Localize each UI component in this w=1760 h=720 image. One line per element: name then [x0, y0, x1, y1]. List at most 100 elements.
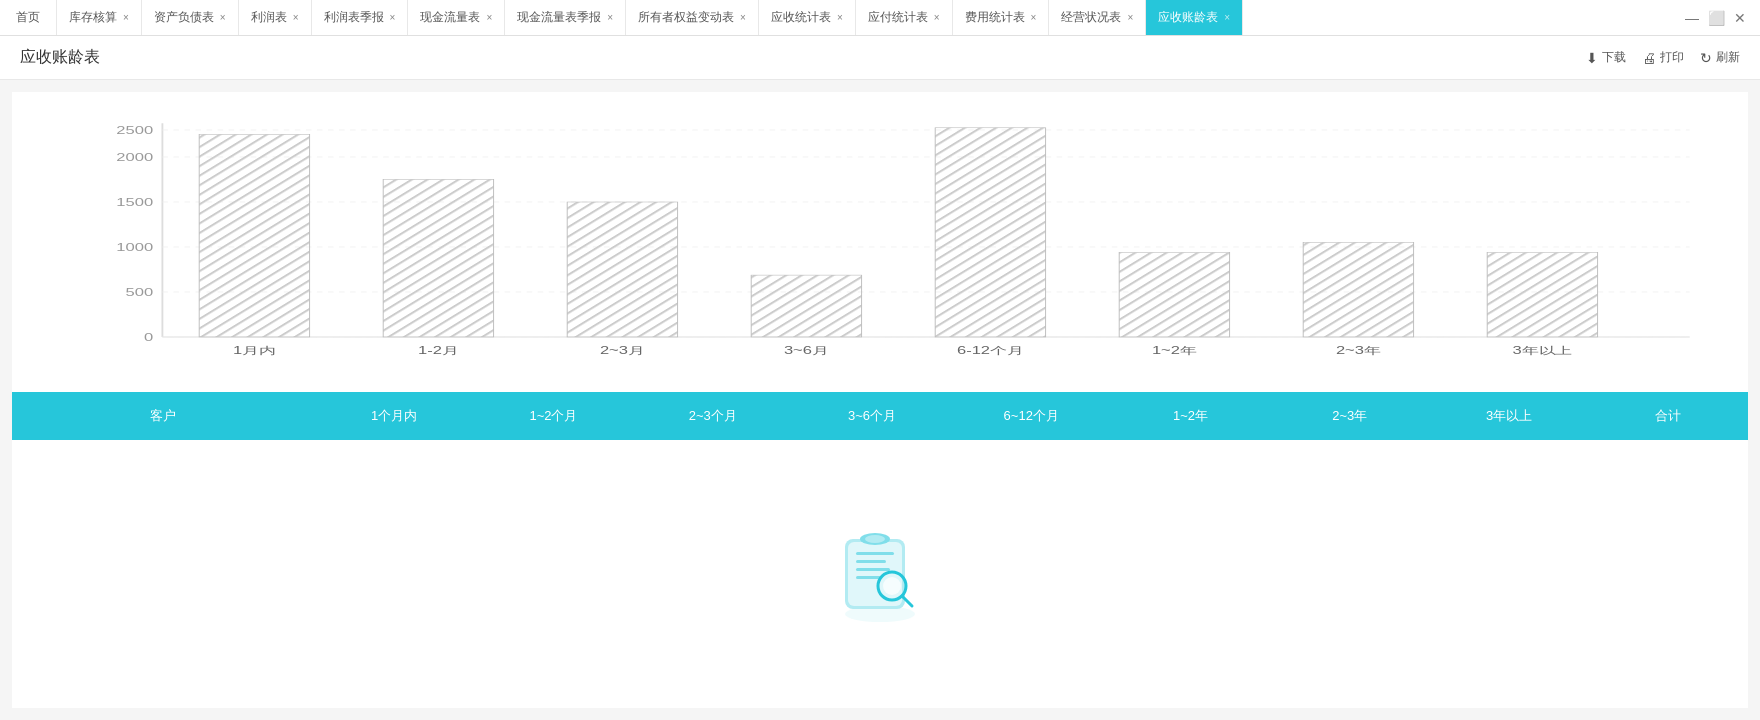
- svg-text:1-2月: 1-2月: [418, 345, 459, 356]
- tab-home[interactable]: 首页: [0, 0, 57, 36]
- tab-label-profit: 利润表: [251, 9, 287, 26]
- refresh-icon: ↻: [1700, 50, 1712, 66]
- svg-rect-29: [856, 576, 881, 579]
- bar-3year-plus: [1487, 253, 1597, 337]
- tab-label-cashflow-quarterly: 现金流量表季报: [517, 9, 601, 26]
- tab-label-expense-stats: 费用统计表: [965, 9, 1025, 26]
- tab-label-inventory: 库存核算: [69, 9, 117, 26]
- home-label: 首页: [16, 9, 40, 26]
- tab-close-expense-stats[interactable]: ×: [1031, 12, 1037, 23]
- print-label: 打印: [1660, 49, 1684, 66]
- table-header-total: 合计: [1589, 392, 1748, 440]
- tab-close-ap-stats[interactable]: ×: [934, 12, 940, 23]
- table-header-1m: 1个月内: [315, 392, 474, 440]
- svg-rect-25: [848, 542, 902, 606]
- page-title: 应收账龄表: [20, 47, 100, 68]
- tab-label-ar-stats: 应收统计表: [771, 9, 831, 26]
- tab-label-ap-stats: 应付统计表: [868, 9, 928, 26]
- tab-close-profit[interactable]: ×: [293, 12, 299, 23]
- svg-text:3年以上: 3年以上: [1512, 345, 1572, 356]
- tab-close-ar-aging[interactable]: ×: [1224, 12, 1230, 23]
- svg-text:1500: 1500: [116, 198, 153, 209]
- svg-text:2000: 2000: [116, 153, 153, 164]
- page-header: 应收账龄表 ⬇ 下载 🖨 打印 ↻ 刷新: [0, 36, 1760, 80]
- svg-text:1000: 1000: [116, 243, 153, 254]
- bar-6-12month: [935, 128, 1045, 337]
- table-header-3-6m: 3~6个月: [792, 392, 951, 440]
- table-header-2-3y: 2~3年: [1270, 392, 1429, 440]
- tab-close-profit-quarterly[interactable]: ×: [390, 12, 396, 23]
- svg-rect-26: [856, 552, 894, 555]
- tab-close-operations[interactable]: ×: [1127, 12, 1133, 23]
- tab-equity[interactable]: 所有者权益变动表 ×: [626, 0, 759, 36]
- tab-cashflow-quarterly[interactable]: 现金流量表季报 ×: [505, 0, 626, 36]
- bar-1month: [199, 135, 309, 338]
- minimize-button[interactable]: —: [1680, 6, 1704, 30]
- tab-label-ar-aging: 应收账龄表: [1158, 9, 1218, 26]
- table-header-6-12m: 6~12个月: [952, 392, 1111, 440]
- tab-profit-quarterly[interactable]: 利润表季报 ×: [312, 0, 409, 36]
- tab-label-cashflow: 现金流量表: [420, 9, 480, 26]
- tab-label-profit-quarterly: 利润表季报: [324, 9, 384, 26]
- tab-expense-stats[interactable]: 费用统计表 ×: [953, 0, 1050, 36]
- svg-rect-27: [856, 560, 886, 563]
- table-header-2-3m: 2~3个月: [633, 392, 792, 440]
- refresh-button[interactable]: ↻ 刷新: [1700, 49, 1740, 66]
- svg-text:1~2年: 1~2年: [1152, 345, 1197, 356]
- svg-text:3~6月: 3~6月: [784, 345, 829, 356]
- bar-3-6month: [751, 275, 861, 337]
- download-button[interactable]: ⬇ 下载: [1586, 49, 1626, 66]
- svg-text:1月内: 1月内: [233, 345, 276, 356]
- tab-profit[interactable]: 利润表 ×: [239, 0, 312, 36]
- svg-text:6-12个月: 6-12个月: [957, 345, 1024, 356]
- tab-close-inventory[interactable]: ×: [123, 12, 129, 23]
- svg-point-31: [865, 535, 885, 543]
- tab-close-cashflow-quarterly[interactable]: ×: [607, 12, 613, 23]
- tab-close-equity[interactable]: ×: [740, 12, 746, 23]
- empty-icon: [820, 514, 940, 634]
- chart-area: 0 500 1000 1500 2000 2500 1月内 1-2月 2~3月: [12, 92, 1748, 392]
- table-header-1-2y: 1~2年: [1111, 392, 1270, 440]
- tab-balance-sheet[interactable]: 资产负债表 ×: [142, 0, 239, 36]
- tab-ap-stats[interactable]: 应付统计表 ×: [856, 0, 953, 36]
- svg-text:2500: 2500: [116, 126, 153, 137]
- window-controls: — ⬜ ✕: [1680, 6, 1760, 30]
- refresh-label: 刷新: [1716, 49, 1740, 66]
- tab-operations[interactable]: 经营状况表 ×: [1049, 0, 1146, 36]
- tab-ar-aging[interactable]: 应收账龄表 ×: [1146, 0, 1243, 36]
- tab-close-balance-sheet[interactable]: ×: [220, 12, 226, 23]
- close-button[interactable]: ✕: [1728, 6, 1752, 30]
- print-button[interactable]: 🖨 打印: [1642, 49, 1684, 66]
- svg-text:2~3月: 2~3月: [600, 345, 645, 356]
- svg-text:500: 500: [126, 288, 154, 299]
- svg-text:0: 0: [144, 333, 154, 344]
- tab-label-balance-sheet: 资产负债表: [154, 9, 214, 26]
- tab-ar-stats[interactable]: 应收统计表 ×: [759, 0, 856, 36]
- table-header: 客户1个月内1~2个月2~3个月3~6个月6~12个月1~2年2~3年3年以上合…: [12, 392, 1748, 440]
- bar-1-2year: [1119, 253, 1229, 337]
- tab-inventory[interactable]: 库存核算 ×: [57, 0, 142, 36]
- tab-label-equity: 所有者权益变动表: [638, 9, 734, 26]
- main-content: 0 500 1000 1500 2000 2500 1月内 1-2月 2~3月: [12, 92, 1748, 708]
- download-icon: ⬇: [1586, 50, 1598, 66]
- tab-cashflow[interactable]: 现金流量表 ×: [408, 0, 505, 36]
- maximize-button[interactable]: ⬜: [1704, 6, 1728, 30]
- tab-bar: 首页 库存核算×资产负债表×利润表×利润表季报×现金流量表×现金流量表季报×所有…: [0, 0, 1760, 36]
- tab-label-operations: 经营状况表: [1061, 9, 1121, 26]
- svg-text:2~3年: 2~3年: [1336, 345, 1381, 356]
- bar-2-3month: [567, 202, 677, 337]
- print-icon: 🖨: [1642, 50, 1656, 66]
- bar-2-3year: [1303, 243, 1413, 338]
- table-header-3y: 3年以上: [1429, 392, 1588, 440]
- table-header-1-2m: 1~2个月: [474, 392, 633, 440]
- bar-chart: 0 500 1000 1500 2000 2500 1月内 1-2月 2~3月: [52, 112, 1708, 382]
- empty-state: [12, 440, 1748, 708]
- tab-close-ar-stats[interactable]: ×: [837, 12, 843, 23]
- download-label: 下载: [1602, 49, 1626, 66]
- svg-point-33: [883, 577, 901, 595]
- table-header-customer: 客户: [12, 392, 315, 440]
- bar-1-2month: [383, 180, 493, 338]
- svg-rect-28: [856, 568, 890, 571]
- header-actions: ⬇ 下载 🖨 打印 ↻ 刷新: [1586, 49, 1740, 66]
- tab-close-cashflow[interactable]: ×: [486, 12, 492, 23]
